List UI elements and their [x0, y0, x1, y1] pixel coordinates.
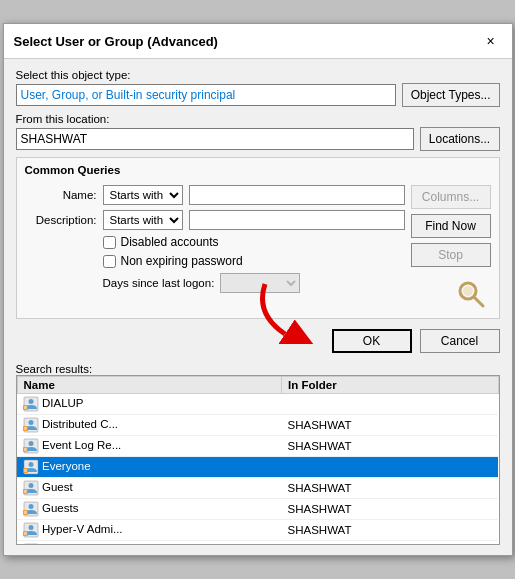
table-row[interactable]: GuestsSHASHWAT: [17, 499, 498, 520]
table-header-row: Name In Folder: [17, 377, 498, 394]
svg-rect-32: [24, 544, 38, 545]
non-expiring-row: Non expiring password: [103, 254, 405, 268]
svg-rect-11: [24, 427, 27, 430]
cell-folder: SHASHWAT: [282, 478, 498, 499]
svg-rect-19: [24, 469, 27, 472]
location-section: From this location: Locations...: [16, 113, 500, 151]
location-input[interactable]: [16, 128, 414, 150]
locations-button[interactable]: Locations...: [420, 127, 500, 151]
results-table: Name In Folder DIALUP Distributed C...SH…: [17, 376, 499, 545]
object-type-input[interactable]: [16, 84, 396, 106]
cell-folder: SHASHWAT: [282, 499, 498, 520]
search-icon: [451, 276, 491, 312]
name-query-select[interactable]: Starts with Is: [103, 185, 183, 205]
cell-name: Distributed C...: [17, 415, 282, 436]
object-type-section: Select this object type: Object Types...: [16, 69, 500, 107]
ok-button[interactable]: OK: [332, 329, 412, 353]
svg-rect-27: [24, 511, 27, 514]
cell-folder: SHASHWAT: [282, 541, 498, 546]
common-queries-title: Common Queries: [25, 164, 491, 176]
days-label: Days since last logon:: [103, 277, 215, 289]
dialog: Select User or Group (Advanced) × Select…: [3, 23, 513, 556]
object-type-row: Object Types...: [16, 83, 500, 107]
search-results-section: Search results: Name In Folder DIALUP: [16, 359, 500, 545]
table-row[interactable]: Hyper-V Admi...SHASHWAT: [17, 520, 498, 541]
days-select[interactable]: [220, 273, 300, 293]
queries-content: Name: Starts with Is Description: Starts…: [25, 185, 491, 312]
name-query-input[interactable]: [189, 185, 405, 205]
table-row[interactable]: Distributed C...SHASHWAT: [17, 415, 498, 436]
svg-point-13: [29, 441, 34, 446]
col-folder: In Folder: [282, 377, 498, 394]
stop-button[interactable]: Stop: [411, 243, 491, 267]
location-row: Locations...: [16, 127, 500, 151]
cell-folder: [282, 457, 498, 478]
object-types-button[interactable]: Object Types...: [402, 83, 500, 107]
table-row[interactable]: GuestSHASHWAT: [17, 478, 498, 499]
dialog-title: Select User or Group (Advanced): [14, 34, 218, 49]
left-queries: Name: Starts with Is Description: Starts…: [25, 185, 405, 312]
non-expiring-checkbox[interactable]: [103, 255, 116, 268]
cell-folder: SHASHWAT: [282, 415, 498, 436]
cancel-button[interactable]: Cancel: [420, 329, 500, 353]
disabled-accounts-row: Disabled accounts: [103, 235, 405, 249]
table-row[interactable]: Everyone: [17, 457, 498, 478]
results-table-wrapper: Name In Folder DIALUP Distributed C...SH…: [16, 375, 500, 545]
table-row[interactable]: IIS_IUSRSSHASHWAT: [17, 541, 498, 546]
disabled-accounts-label: Disabled accounts: [121, 235, 219, 249]
svg-line-1: [474, 297, 483, 306]
svg-point-2: [463, 286, 473, 296]
desc-query-select[interactable]: Starts with Is: [103, 210, 183, 230]
common-queries-box: Common Queries Name: Starts with Is: [16, 157, 500, 319]
days-row: Days since last logon:: [25, 273, 405, 293]
cell-name: Guest: [17, 478, 282, 499]
desc-query-input[interactable]: [189, 210, 405, 230]
cell-name: Guests: [17, 499, 282, 520]
object-type-label: Select this object type:: [16, 69, 500, 81]
disabled-accounts-checkbox[interactable]: [103, 236, 116, 249]
ok-cancel-row: OK Cancel: [16, 329, 500, 353]
name-query-row: Name: Starts with Is: [25, 185, 405, 205]
cell-folder: [282, 394, 498, 415]
svg-rect-15: [24, 448, 27, 451]
svg-point-5: [29, 399, 34, 404]
desc-query-label: Description:: [25, 214, 97, 226]
svg-point-25: [29, 504, 34, 509]
location-label: From this location:: [16, 113, 500, 125]
title-bar: Select User or Group (Advanced) ×: [4, 24, 512, 59]
close-button[interactable]: ×: [480, 30, 502, 52]
svg-point-9: [29, 420, 34, 425]
search-results-label: Search results:: [16, 363, 500, 375]
svg-rect-7: [24, 406, 27, 409]
dialog-body: Select this object type: Object Types...…: [4, 59, 512, 555]
right-buttons: Columns... Find Now Stop: [411, 185, 491, 312]
columns-button[interactable]: Columns...: [411, 185, 491, 209]
cell-name: Everyone: [17, 457, 282, 478]
desc-query-row: Description: Starts with Is: [25, 210, 405, 230]
svg-point-21: [29, 483, 34, 488]
cell-folder: SHASHWAT: [282, 436, 498, 457]
name-query-label: Name:: [25, 189, 97, 201]
svg-rect-31: [24, 532, 27, 535]
cell-name: Hyper-V Admi...: [17, 520, 282, 541]
col-name: Name: [17, 377, 282, 394]
svg-point-29: [29, 525, 34, 530]
find-now-button[interactable]: Find Now: [411, 214, 491, 238]
table-row[interactable]: DIALUP: [17, 394, 498, 415]
cell-name: Event Log Re...: [17, 436, 282, 457]
cell-name: DIALUP: [17, 394, 282, 415]
svg-rect-23: [24, 490, 27, 493]
svg-point-17: [29, 462, 34, 467]
cell-name: IIS_IUSRS: [17, 541, 282, 546]
cell-folder: SHASHWAT: [282, 520, 498, 541]
table-row[interactable]: Event Log Re...SHASHWAT: [17, 436, 498, 457]
non-expiring-label: Non expiring password: [121, 254, 243, 268]
